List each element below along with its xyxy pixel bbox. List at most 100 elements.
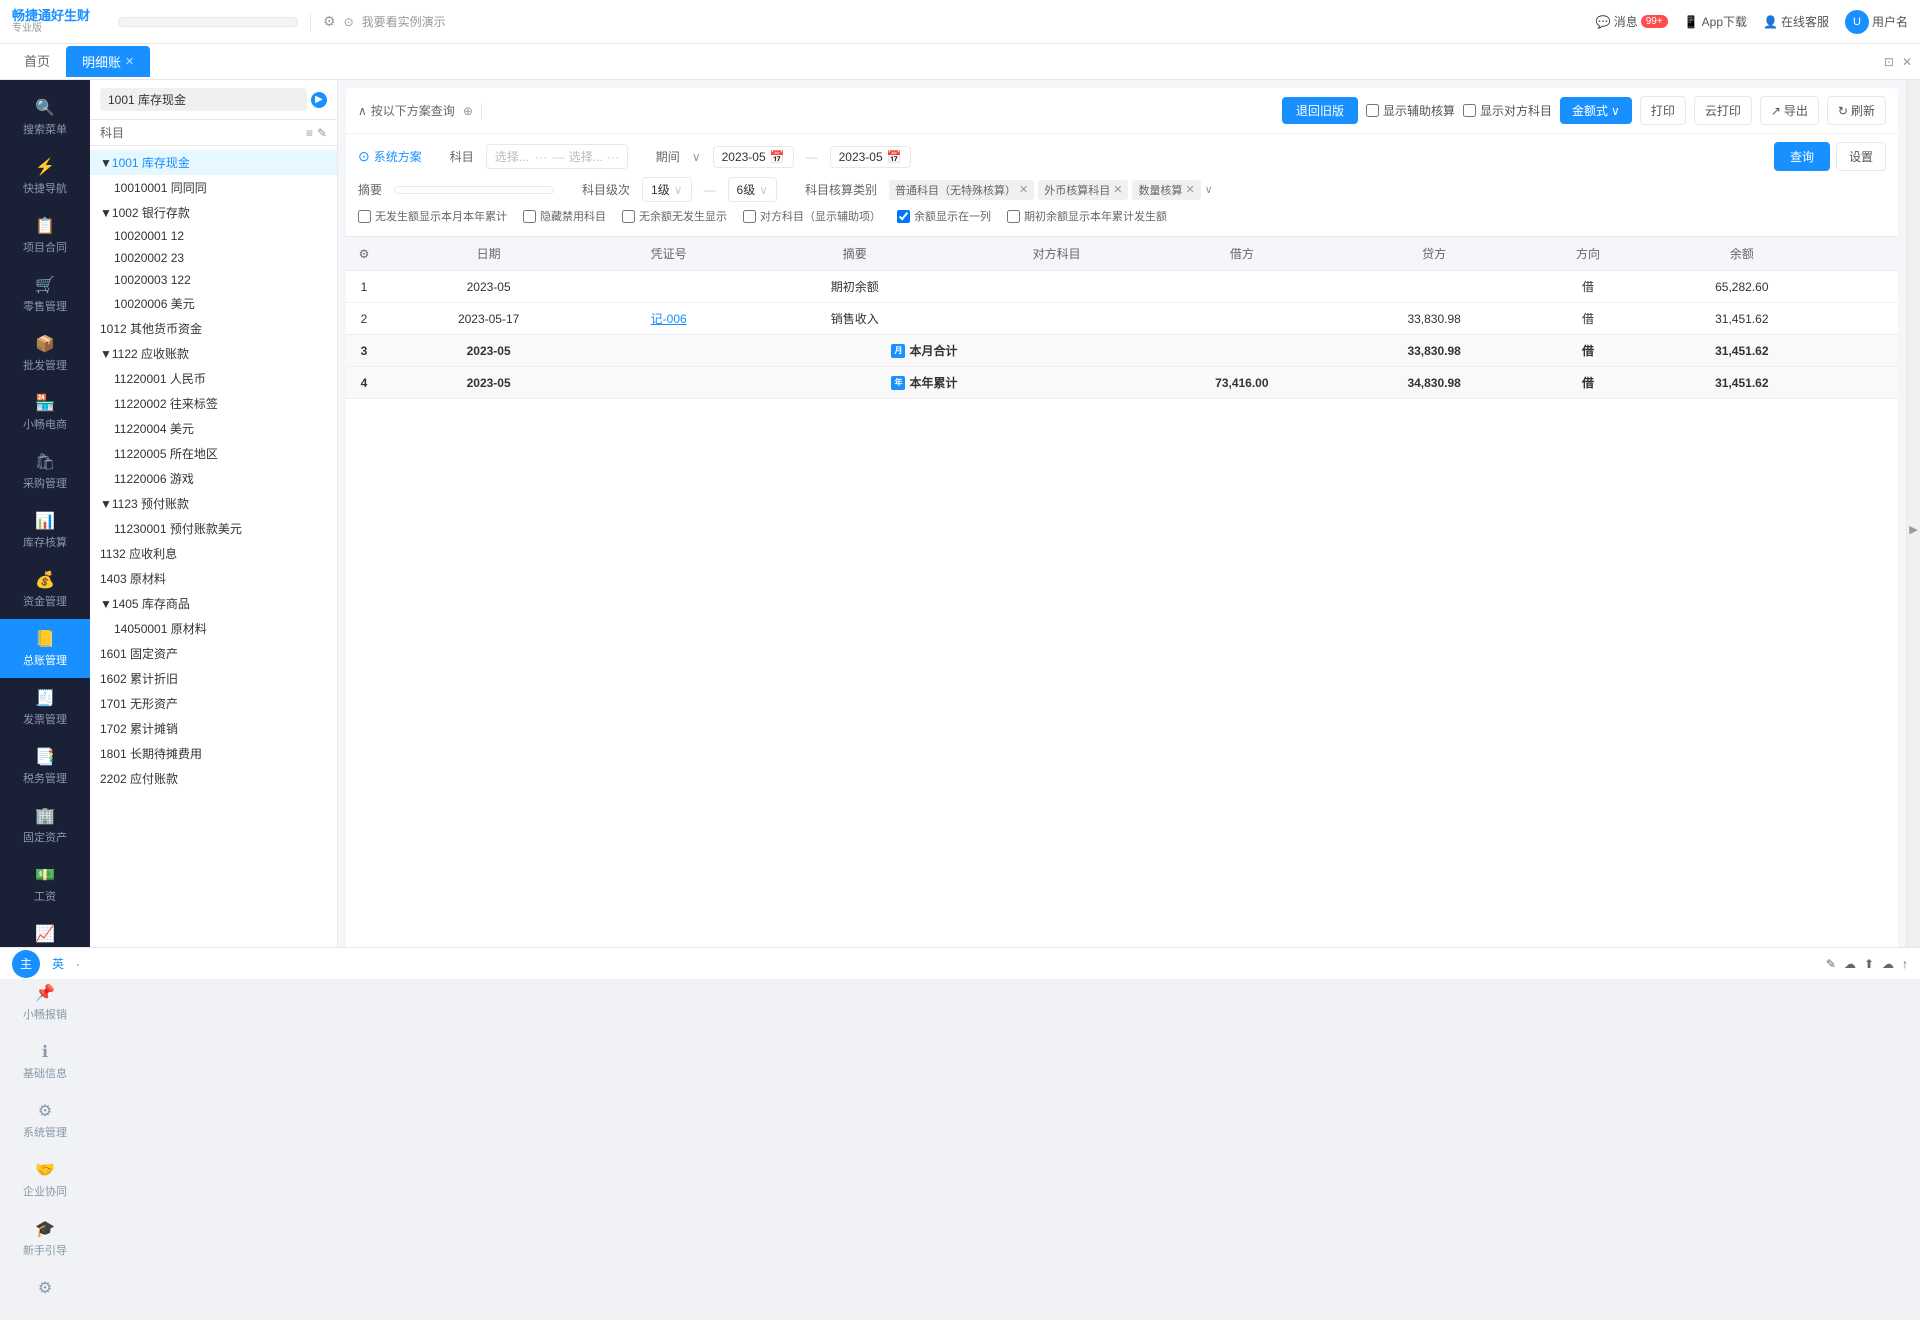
tab-detail[interactable]: 明细账 ✕ [66, 46, 150, 77]
tree-node-11220002[interactable]: 11220002 往来标签 [90, 391, 337, 416]
period-end-input[interactable]: 2023-05 📅 [830, 146, 911, 168]
tree-node-10010001[interactable]: 10010001 同同同 [90, 175, 337, 200]
scheme-area[interactable]: ⊙ 系统方案 [358, 148, 422, 165]
level-end-select[interactable]: 6级 ∨ [728, 177, 777, 202]
tree-edit-icon[interactable]: ✎ [317, 126, 327, 140]
tree-node-1602[interactable]: 1602 累计折旧 [90, 666, 337, 691]
sidebar-item-wholesale[interactable]: 📦 批发管理 [0, 324, 90, 383]
sidebar-item-guide[interactable]: 🎓 新手引导 [0, 1209, 90, 1268]
sidebar-item-purchase[interactable]: 🛍 采购管理 [0, 442, 90, 501]
level-start-select[interactable]: 1级 ∨ [642, 177, 691, 202]
right-collapse-btn[interactable]: ▶ [1906, 80, 1920, 979]
app-download-btn[interactable]: 📱 App下载 [1684, 13, 1747, 30]
sidebar-item-invoice[interactable]: 🧾 发票管理 [0, 678, 90, 737]
print-btn[interactable]: 打印 [1640, 96, 1686, 125]
voucher-link[interactable]: 记-006 [651, 312, 687, 326]
subject-input[interactable]: 选择... ··· — 选择... ··· [486, 144, 628, 169]
check-no-amount[interactable]: 无发生额显示本月本年累计 [358, 208, 507, 224]
summary-input[interactable] [394, 186, 554, 194]
tree-node-1132[interactable]: 1132 应收利息 [90, 541, 337, 566]
check-no-amount-input[interactable] [358, 210, 371, 223]
upload-icon[interactable]: ⬆ [1864, 957, 1874, 971]
tag-2-close[interactable]: ✕ [1113, 183, 1122, 196]
export-btn[interactable]: ↗ 导出 [1760, 96, 1819, 125]
tree-node-11230001[interactable]: 11230001 预付账款美元 [90, 516, 337, 541]
sidebar-item-shortcut[interactable]: ⚡ 快捷导航 [0, 147, 90, 206]
sidebar-item-project[interactable]: 📋 项目合同 [0, 206, 90, 265]
lang-label[interactable]: 英 [52, 955, 64, 972]
tab-home[interactable]: 首页 [8, 43, 66, 80]
sidebar-item-capital[interactable]: 💰 资金管理 [0, 560, 90, 619]
check-hide-disabled[interactable]: 隐藏禁用科目 [523, 208, 606, 224]
tree-node-2202[interactable]: 2202 应付账款 [90, 766, 337, 791]
cell-voucher-2[interactable]: 记-006 [595, 303, 742, 335]
arrow-up-icon[interactable]: ↑ [1902, 957, 1908, 971]
chevron-type-icon[interactable]: ∨ [1205, 183, 1213, 196]
check-opposite[interactable]: 对方科目（显示辅助项） [743, 208, 881, 224]
cloud2-icon[interactable]: ☁ [1882, 957, 1894, 971]
sidebar-item-assets[interactable]: 🏢 固定资产 [0, 796, 90, 855]
sidebar-item-settings[interactable]: ⚙ [34, 1268, 56, 1308]
tree-node-11220006[interactable]: 11220006 游戏 [90, 466, 337, 491]
sidebar-item-cooperate[interactable]: 🤝 企业协同 [0, 1150, 90, 1209]
tree-node-1702[interactable]: 1702 累计摊销 [90, 716, 337, 741]
check-hide-disabled-input[interactable] [523, 210, 536, 223]
tree-node-1601[interactable]: 1601 固定资产 [90, 641, 337, 666]
tree-node-10020006[interactable]: 10020006 美元 [90, 291, 337, 316]
tree-menu-icon[interactable]: ≡ [306, 126, 313, 140]
close-window-icon[interactable]: ✕ [1902, 55, 1912, 69]
check-balance-one-col-input[interactable] [897, 210, 910, 223]
arrow-right-icon[interactable]: ▶ [311, 92, 327, 108]
back-old-btn[interactable]: 退回旧版 [1282, 97, 1358, 124]
check-initial-input[interactable] [1007, 210, 1020, 223]
sidebar-item-retail[interactable]: 🛒 零售管理 [0, 265, 90, 324]
edit-icon[interactable]: ✎ [1826, 957, 1836, 971]
show-opposite-checkbox[interactable] [1463, 104, 1476, 117]
sidebar-item-salary[interactable]: 💵 工资 [0, 855, 90, 914]
tree-node-14050001[interactable]: 14050001 原材料 [90, 616, 337, 641]
check-no-balance-input[interactable] [622, 210, 635, 223]
message-btn[interactable]: 💬 消息 99+ [1596, 13, 1668, 30]
sidebar-item-ledger[interactable]: 📒 总账管理 [0, 619, 90, 678]
demo-link[interactable]: 我要看实例演示 [362, 13, 446, 30]
tree-node-10020003[interactable]: 10020003 122 [90, 269, 337, 291]
check-opposite-input[interactable] [743, 210, 756, 223]
account-selector[interactable]: 1001 库存现金 [100, 88, 307, 111]
sidebar-item-system[interactable]: ⚙ 系统管理 [0, 1091, 90, 1150]
tree-node-1012[interactable]: 1012 其他货币资金 [90, 316, 337, 341]
tree-node-1001[interactable]: ▼ 1001 库存现金 [90, 150, 337, 175]
tree-node-10020001[interactable]: 10020001 12 [90, 225, 337, 247]
settings-gear-icon[interactable]: ⚙ [323, 13, 336, 30]
tree-node-1122[interactable]: ▼ 1122 应收账款 [90, 341, 337, 366]
sidebar-item-xiaochang[interactable]: 📌 小畅报销 [0, 973, 90, 1032]
home-circle-btn[interactable]: 主 [12, 950, 40, 978]
tab-close-icon[interactable]: ✕ [125, 55, 134, 68]
filter-tool-icon[interactable]: ⊕ [463, 104, 473, 118]
tree-node-1123[interactable]: ▼ 1123 预付账款 [90, 491, 337, 516]
sidebar-item-inventory[interactable]: 📊 库存核算 [0, 501, 90, 560]
period-start-input[interactable]: 2023-05 📅 [713, 146, 794, 168]
sidebar-item-basic[interactable]: ℹ 基础信息 [0, 1032, 90, 1091]
tree-node-11220005[interactable]: 11220005 所在地区 [90, 441, 337, 466]
tree-node-1801[interactable]: 1801 长期待摊费用 [90, 741, 337, 766]
check-balance-one-col[interactable]: 余额显示在一列 [897, 208, 991, 224]
col-settings[interactable]: ⚙ [346, 237, 382, 271]
tree-node-1002[interactable]: ▼ 1002 银行存款 [90, 200, 337, 225]
tag-3-close[interactable]: ✕ [1185, 183, 1194, 196]
maximize-icon[interactable]: ⊡ [1884, 55, 1894, 69]
tree-node-11220004[interactable]: 11220004 美元 [90, 416, 337, 441]
cloud-print-btn[interactable]: 云打印 [1694, 96, 1752, 125]
check-no-balance[interactable]: 无余额无发生显示 [622, 208, 727, 224]
show-aux-check[interactable]: 显示辅助核算 [1366, 102, 1455, 119]
refresh-btn[interactable]: ↻ 刷新 [1827, 96, 1886, 125]
tree-node-10020002[interactable]: 10020002 23 [90, 247, 337, 269]
sidebar-item-tax[interactable]: 📑 税务管理 [0, 737, 90, 796]
online-service-btn[interactable]: 👤 在线客服 [1763, 13, 1829, 30]
top-search-input[interactable] [118, 17, 298, 27]
user-avatar[interactable]: U 用户名 [1845, 10, 1908, 34]
sidebar-item-search[interactable]: 🔍 搜索菜单 [0, 88, 90, 147]
format-btn[interactable]: 金额式 ∨ [1560, 97, 1632, 124]
check-initial[interactable]: 期初余额显示本年累计发生额 [1007, 208, 1167, 224]
cloud-icon[interactable]: ☁ [1844, 957, 1856, 971]
tree-node-11220001[interactable]: 11220001 人民币 [90, 366, 337, 391]
